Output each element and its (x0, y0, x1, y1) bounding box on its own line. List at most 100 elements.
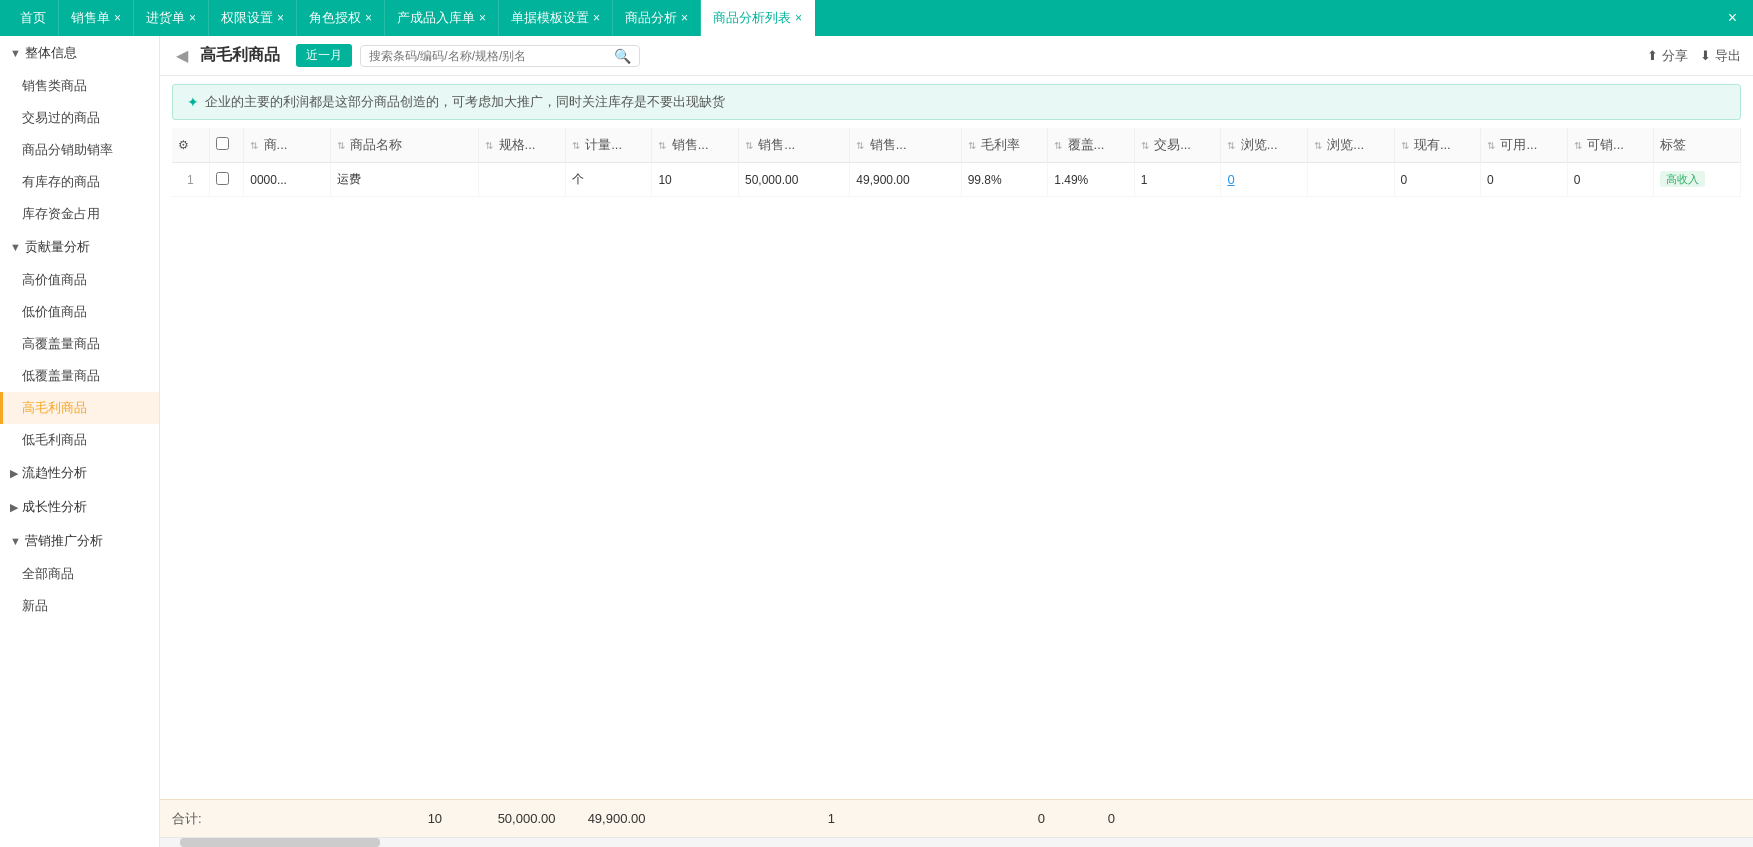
row-select-checkbox[interactable] (216, 172, 229, 185)
total-sales2: 50,000.00 (492, 811, 582, 826)
collapse-sidebar-button[interactable]: ◀ (172, 44, 192, 67)
close-tab-purchase[interactable]: × (189, 11, 196, 25)
row-transactions: 1 (1134, 163, 1221, 197)
col-stock1-header[interactable]: ⇅ 现有... (1394, 128, 1481, 163)
sidebar-group-overview[interactable]: ▼ 整体信息 (0, 36, 159, 70)
tag-badge: 高收入 (1660, 171, 1705, 187)
col-checkbox[interactable] (209, 128, 244, 163)
close-tab-templates[interactable]: × (593, 11, 600, 25)
horizontal-scrollbar[interactable] (160, 837, 1753, 847)
search-icon[interactable]: 🔍 (614, 48, 631, 64)
col-stock3-header[interactable]: ⇅ 可销... (1567, 128, 1654, 163)
row-gross-rate: 99.8% (961, 163, 1048, 197)
nav-tab-home[interactable]: 首页 (8, 0, 59, 36)
sidebar-group-contribution[interactable]: ▼ 贡献量分析 (0, 230, 159, 264)
export-icon: ⬇ (1700, 48, 1711, 63)
nav-tab-roles[interactable]: 角色授权 × (297, 0, 385, 36)
col-code-header[interactable]: ⇅ 商... (244, 128, 331, 163)
col-spec-header[interactable]: ⇅ 规格... (479, 128, 566, 163)
col-name-header[interactable]: ⇅ 商品名称 (330, 128, 478, 163)
main-layout: ▼ 整体信息 销售类商品 交易过的商品 商品分销助销率 有库存的商品 库存资金占… (0, 36, 1753, 847)
nav-tab-templates[interactable]: 单据模板设置 × (499, 0, 613, 36)
sidebar-item-low-coverage[interactable]: 低覆盖量商品 (0, 360, 159, 392)
col-unit-header[interactable]: ⇅ 计量... (565, 128, 652, 163)
row-tag: 高收入 (1654, 163, 1741, 197)
sidebar-group-trend[interactable]: ▶ 流趋性分析 (0, 456, 159, 490)
sidebar-item-high-coverage[interactable]: 高覆盖量商品 (0, 328, 159, 360)
col-sales3-header[interactable]: ⇅ 销售... (850, 128, 961, 163)
total-sales1: 10 (422, 811, 492, 826)
nav-tab-sales[interactable]: 销售单 × (59, 0, 134, 36)
row-checkbox[interactable] (209, 163, 244, 197)
col-gross-header[interactable]: ⇅ 毛利率 (961, 128, 1048, 163)
search-input[interactable] (369, 49, 614, 63)
col-sales2-header[interactable]: ⇅ 销售... (738, 128, 849, 163)
col-sales1-header[interactable]: ⇅ 销售... (652, 128, 739, 163)
row-sales3: 49,900.00 (850, 163, 961, 197)
sidebar-item-low-value[interactable]: 低价值商品 (0, 296, 159, 328)
sidebar-item-all-goods[interactable]: 全部商品 (0, 558, 159, 590)
export-button[interactable]: ⬇ 导出 (1700, 47, 1741, 65)
row-num: 1 (172, 163, 209, 197)
close-window-button[interactable]: × (1720, 9, 1745, 27)
nav-tab-analysis[interactable]: 商品分析 × (613, 0, 701, 36)
arrow-icon: ▶ (10, 501, 18, 514)
info-icon: ✦ (187, 94, 199, 110)
share-button[interactable]: ⬆ 分享 (1647, 47, 1688, 65)
row-code: 0000... (244, 163, 331, 197)
row-browse1[interactable]: 0 (1221, 163, 1308, 197)
sidebar-item-traded-goods[interactable]: 交易过的商品 (0, 102, 159, 134)
sidebar-group-marketing[interactable]: ▼ 营销推广分析 (0, 524, 159, 558)
col-stock2-header[interactable]: ⇅ 可用... (1481, 128, 1568, 163)
row-stock1: 0 (1394, 163, 1481, 197)
nav-tab-purchase[interactable]: 进货单 × (134, 0, 209, 36)
sidebar-group-growth[interactable]: ▶ 成长性分析 (0, 490, 159, 524)
close-tab-analysis-list[interactable]: × (795, 11, 802, 25)
sidebar-item-sales-goods[interactable]: 销售类商品 (0, 70, 159, 102)
info-text: 企业的主要的利润都是这部分商品创造的，可考虑加大推广，同时关注库存是不要出现缺货 (205, 93, 725, 111)
sidebar-item-in-stock-goods[interactable]: 有库存的商品 (0, 166, 159, 198)
sidebar-item-high-margin[interactable]: 高毛利商品 (0, 392, 159, 424)
row-name: 运费 (330, 163, 478, 197)
close-tab-analysis[interactable]: × (681, 11, 688, 25)
row-sales1: 10 (652, 163, 739, 197)
sidebar-item-high-value[interactable]: 高价值商品 (0, 264, 159, 296)
sidebar-item-distribution-rate[interactable]: 商品分销助销率 (0, 134, 159, 166)
row-stock2: 0 (1481, 163, 1568, 197)
row-sales2: 50,000.00 (738, 163, 849, 197)
total-stock2: 0 (1102, 811, 1172, 826)
sidebar-item-low-margin[interactable]: 低毛利商品 (0, 424, 159, 456)
total-sales3: 49,900.00 (582, 811, 672, 826)
arrow-icon: ▼ (10, 241, 21, 253)
total-label: 合计: (172, 810, 202, 828)
sidebar-item-new-products[interactable]: 新品 (0, 590, 159, 622)
footer-total: 合计: 10 50,000.00 49,900.00 1 0 0 (160, 799, 1753, 837)
scrollbar-thumb[interactable] (180, 838, 380, 847)
close-tab-roles[interactable]: × (365, 11, 372, 25)
total-spacer2 (672, 811, 822, 826)
nav-tab-products[interactable]: 产成品入库单 × (385, 0, 499, 36)
close-tab-permissions[interactable]: × (277, 11, 284, 25)
arrow-icon: ▼ (10, 47, 21, 59)
content-area: ◀ 高毛利商品 近一月 🔍 ⬆ 分享 ⬇ 导出 ✦ 企业的主要的利润都是这部 (160, 36, 1753, 847)
period-button[interactable]: 近一月 (296, 44, 352, 67)
table-row: 1 0000... 运费 个 10 50,000.00 49,900.00 99… (172, 163, 1741, 197)
select-all-checkbox[interactable] (216, 137, 229, 150)
nav-tab-permissions[interactable]: 权限设置 × (209, 0, 297, 36)
toolbar-right: ⬆ 分享 ⬇ 导出 (1647, 47, 1741, 65)
col-transactions-header[interactable]: ⇅ 交易... (1134, 128, 1221, 163)
col-tag-header[interactable]: 标签 (1654, 128, 1741, 163)
col-browse1-header[interactable]: ⇅ 浏览... (1221, 128, 1308, 163)
total-spacer3 (892, 811, 1032, 826)
close-tab-products[interactable]: × (479, 11, 486, 25)
row-coverage: 1.49% (1048, 163, 1135, 197)
nav-tab-analysis-list[interactable]: 商品分析列表 × (701, 0, 815, 36)
share-icon: ⬆ (1647, 48, 1658, 63)
arrow-icon: ▼ (10, 535, 21, 547)
col-coverage-header[interactable]: ⇅ 覆盖... (1048, 128, 1135, 163)
col-browse2-header[interactable]: ⇅ 浏览... (1307, 128, 1394, 163)
close-tab-sales[interactable]: × (114, 11, 121, 25)
col-settings[interactable]: ⚙ (172, 128, 209, 163)
browse-link[interactable]: 0 (1227, 172, 1234, 187)
sidebar-item-inventory-capital[interactable]: 库存资金占用 (0, 198, 159, 230)
